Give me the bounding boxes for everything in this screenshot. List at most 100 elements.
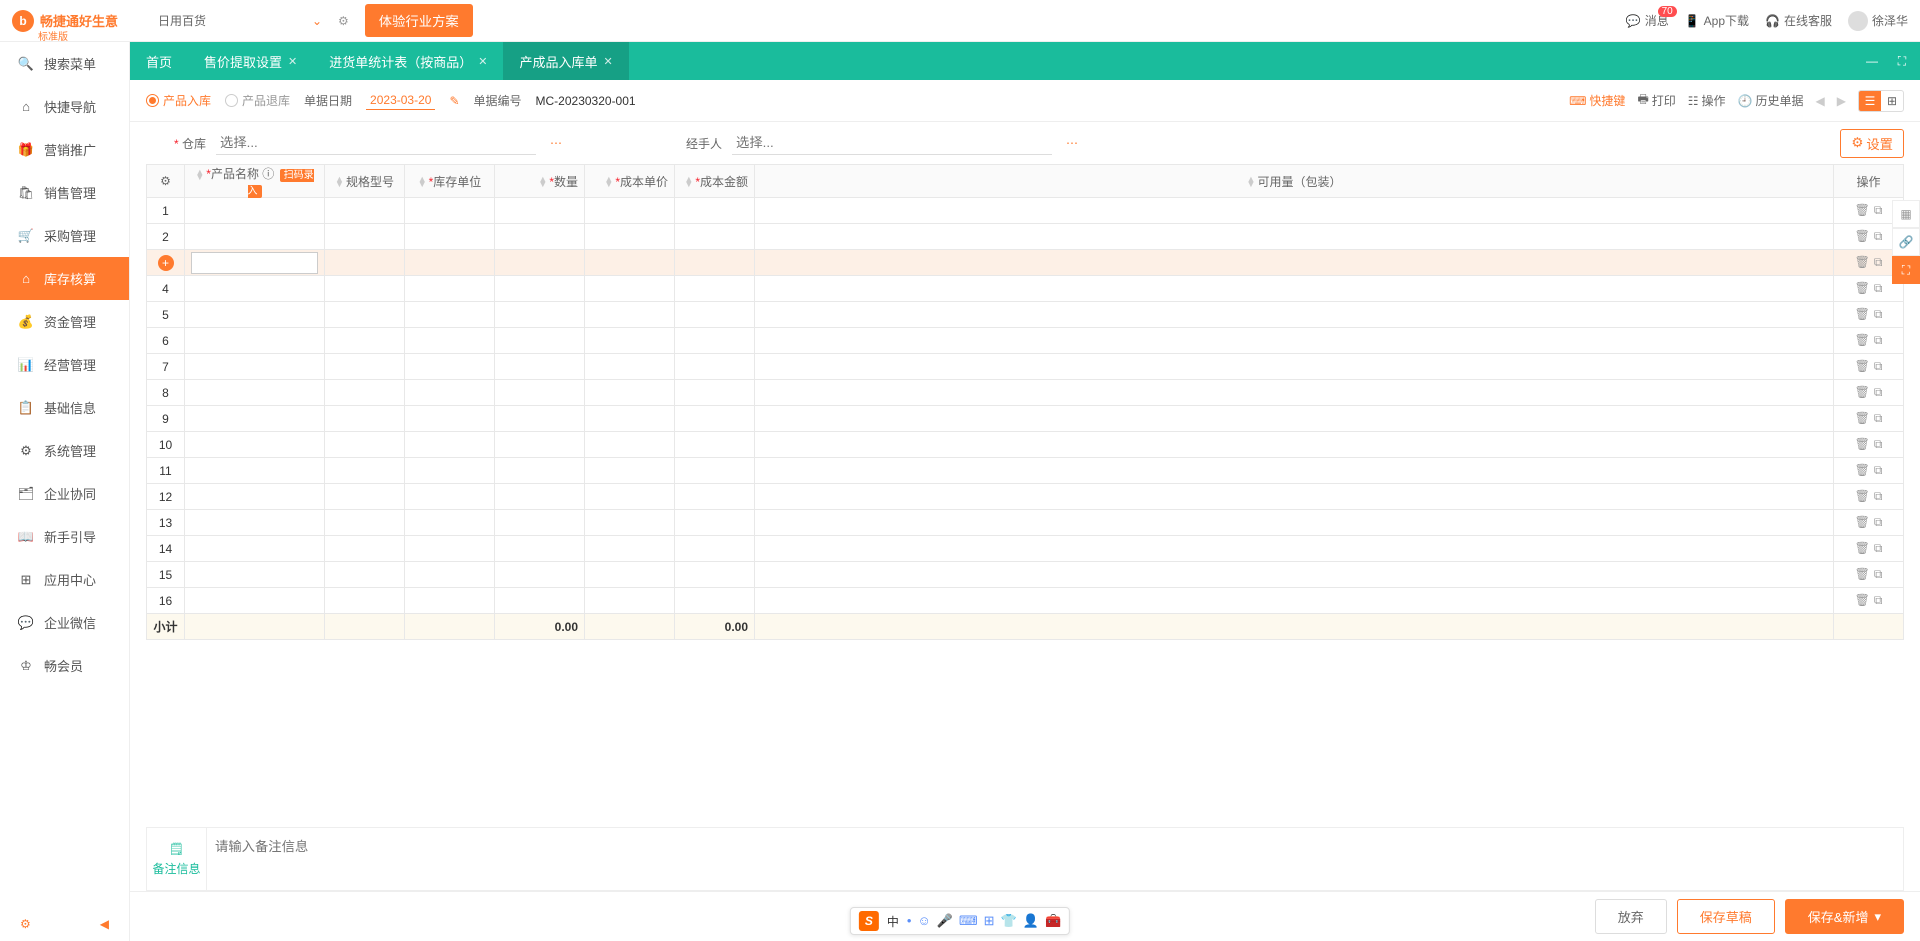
ime-toolbar[interactable]: S 中 • ☺ 🎤 ⌨ ⊞ 👕 👤 🧰 xyxy=(850,907,1070,935)
delete-icon[interactable]: 🗑 xyxy=(1855,515,1870,529)
copy-icon[interactable]: ⧉ xyxy=(1874,281,1883,295)
messages-link[interactable]: 💬 消息 70 xyxy=(1626,12,1669,29)
remark-input[interactable] xyxy=(207,828,1903,890)
sidebar-item-畅会员[interactable]: ♔畅会员 xyxy=(0,644,129,687)
close-icon[interactable]: ✕ xyxy=(478,55,487,68)
handler-more-icon[interactable]: ⋯ xyxy=(1066,136,1078,150)
delete-icon[interactable]: 🗑 xyxy=(1855,333,1870,347)
warehouse-input[interactable] xyxy=(216,131,536,155)
sidebar-item-应用中心[interactable]: ⊞应用中心 xyxy=(0,558,129,601)
save-new-button[interactable]: 保存&新增 ▾ xyxy=(1785,899,1904,934)
view-list-icon[interactable]: ☰ xyxy=(1859,91,1881,111)
sidebar-item-经营管理[interactable]: 📊经营管理 xyxy=(0,343,129,386)
copy-icon[interactable]: ⧉ xyxy=(1874,385,1883,399)
ime-toolbox-icon[interactable]: 🧰 xyxy=(1045,913,1061,929)
copy-icon[interactable]: ⧉ xyxy=(1874,489,1883,503)
col-amt[interactable]: ▲▼*成本金额 xyxy=(675,165,755,198)
table-row[interactable]: 15 🗑⧉ xyxy=(147,562,1904,588)
sidebar-item-资金管理[interactable]: 💰资金管理 xyxy=(0,300,129,343)
table-row[interactable]: 8 🗑⧉ xyxy=(147,380,1904,406)
warehouse-more-icon[interactable]: ⋯ xyxy=(550,136,562,150)
product-name-input[interactable] xyxy=(191,252,318,274)
table-row[interactable]: 2 🗑⧉ xyxy=(147,224,1904,250)
table-row[interactable]: 14 🗑⧉ xyxy=(147,536,1904,562)
tab-首页[interactable]: 首页 xyxy=(130,42,188,80)
print-link[interactable]: 🖶 打印 xyxy=(1637,90,1675,111)
table-row[interactable]: 11 🗑⧉ xyxy=(147,458,1904,484)
category-select[interactable]: 日用百货 ⌄ xyxy=(150,7,330,35)
sidebar-item-采购管理[interactable]: 🛒采购管理 xyxy=(0,214,129,257)
service-link[interactable]: 🎧 在线客服 xyxy=(1765,12,1832,29)
copy-icon[interactable]: ⧉ xyxy=(1874,359,1883,373)
col-gear[interactable]: ⚙ xyxy=(147,165,185,198)
delete-icon[interactable]: 🗑 xyxy=(1855,437,1870,451)
radio-product-out[interactable]: 产品退库 xyxy=(225,92,290,109)
table-row[interactable]: 7 🗑⧉ xyxy=(147,354,1904,380)
sidebar-item-快捷导航[interactable]: ⌂快捷导航 xyxy=(0,85,129,128)
settings-icon[interactable]: ⚙ xyxy=(20,917,31,931)
next-icon[interactable]: ▶ xyxy=(1837,94,1846,108)
settings-button[interactable]: ⚙ 设置 xyxy=(1840,129,1904,158)
ime-lang[interactable]: 中 xyxy=(887,913,899,930)
sidebar-item-营销推广[interactable]: 🎁营销推广 xyxy=(0,128,129,171)
copy-icon[interactable]: ⧉ xyxy=(1874,333,1883,347)
view-grid-icon[interactable]: ⊞ xyxy=(1881,91,1903,111)
side-tool-link-icon[interactable]: 🔗 xyxy=(1892,228,1920,256)
sidebar-item-企业协同[interactable]: 🗂企业协同 xyxy=(0,472,129,515)
sidebar-item-基础信息[interactable]: 📋基础信息 xyxy=(0,386,129,429)
delete-icon[interactable]: 🗑 xyxy=(1855,281,1870,295)
delete-icon[interactable]: 🗑 xyxy=(1855,385,1870,399)
add-row-icon[interactable]: + xyxy=(158,255,174,271)
gear-icon[interactable]: ⚙ xyxy=(338,14,349,28)
delete-icon[interactable]: 🗑 xyxy=(1855,229,1870,243)
table-row[interactable]: 9 🗑⧉ xyxy=(147,406,1904,432)
table-row[interactable]: 1 🗑⧉ xyxy=(147,198,1904,224)
delete-icon[interactable]: 🗑 xyxy=(1855,463,1870,477)
user-menu[interactable]: 徐泽华 xyxy=(1848,11,1908,31)
table-row[interactable]: 13 🗑⧉ xyxy=(147,510,1904,536)
copy-icon[interactable]: ⧉ xyxy=(1874,203,1883,217)
discard-button[interactable]: 放弃 xyxy=(1595,899,1667,934)
sidebar-item-企业微信[interactable]: 💬企业微信 xyxy=(0,601,129,644)
operate-link[interactable]: ☷ 操作 xyxy=(1688,92,1726,109)
delete-icon[interactable]: 🗑 xyxy=(1855,411,1870,425)
copy-icon[interactable]: ⧉ xyxy=(1874,411,1883,425)
col-unit[interactable]: ▲▼*库存单位 xyxy=(405,165,495,198)
prev-icon[interactable]: ◀ xyxy=(1816,94,1825,108)
copy-icon[interactable]: ⧉ xyxy=(1874,463,1883,477)
ime-keyboard-icon[interactable]: ⌨ xyxy=(959,913,978,929)
edit-date-icon[interactable]: ✎ xyxy=(449,94,459,108)
sidebar-item-系统管理[interactable]: ⚙系统管理 xyxy=(0,429,129,472)
copy-icon[interactable]: ⧉ xyxy=(1874,307,1883,321)
ime-icon[interactable]: • xyxy=(907,913,912,929)
sidebar-item-库存核算[interactable]: ⌂库存核算 xyxy=(0,257,129,300)
ime-icon[interactable]: ⊞ xyxy=(984,913,995,929)
delete-icon[interactable]: 🗑 xyxy=(1855,255,1870,269)
ime-skin-icon[interactable]: 👕 xyxy=(1001,913,1017,929)
table-row[interactable]: 12 🗑⧉ xyxy=(147,484,1904,510)
history-link[interactable]: 🕘 历史单据 xyxy=(1738,92,1804,109)
copy-icon[interactable]: ⧉ xyxy=(1874,593,1883,607)
copy-icon[interactable]: ⧉ xyxy=(1874,255,1883,269)
tab-产成品入库单[interactable]: 产成品入库单✕ xyxy=(503,42,628,80)
tab-minimize-button[interactable]: — xyxy=(1858,47,1886,75)
col-price[interactable]: ▲▼*成本单价 xyxy=(585,165,675,198)
sidebar-item-销售管理[interactable]: 🛍销售管理 xyxy=(0,171,129,214)
delete-icon[interactable]: 🗑 xyxy=(1855,307,1870,321)
ime-mic-icon[interactable]: 🎤 xyxy=(937,913,953,929)
close-icon[interactable]: ✕ xyxy=(604,55,613,68)
table-row[interactable]: 10 🗑⧉ xyxy=(147,432,1904,458)
date-value[interactable]: 2023-03-20 xyxy=(366,91,435,110)
delete-icon[interactable]: 🗑 xyxy=(1855,567,1870,581)
tab-售价提取设置[interactable]: 售价提取设置✕ xyxy=(188,42,313,80)
sidebar-item-新手引导[interactable]: 📖新手引导 xyxy=(0,515,129,558)
col-qty[interactable]: ▲▼*数量 xyxy=(495,165,585,198)
table-row[interactable]: 4 🗑⧉ xyxy=(147,276,1904,302)
delete-icon[interactable]: 🗑 xyxy=(1855,203,1870,217)
copy-icon[interactable]: ⧉ xyxy=(1874,229,1883,243)
copy-icon[interactable]: ⧉ xyxy=(1874,567,1883,581)
delete-icon[interactable]: 🗑 xyxy=(1855,359,1870,373)
col-name[interactable]: ▲▼*产品名称 ⓘ 扫码录入 xyxy=(185,165,325,198)
col-avail[interactable]: ▲▼可用量（包装） xyxy=(755,165,1834,198)
save-draft-button[interactable]: 保存草稿 xyxy=(1677,899,1775,934)
